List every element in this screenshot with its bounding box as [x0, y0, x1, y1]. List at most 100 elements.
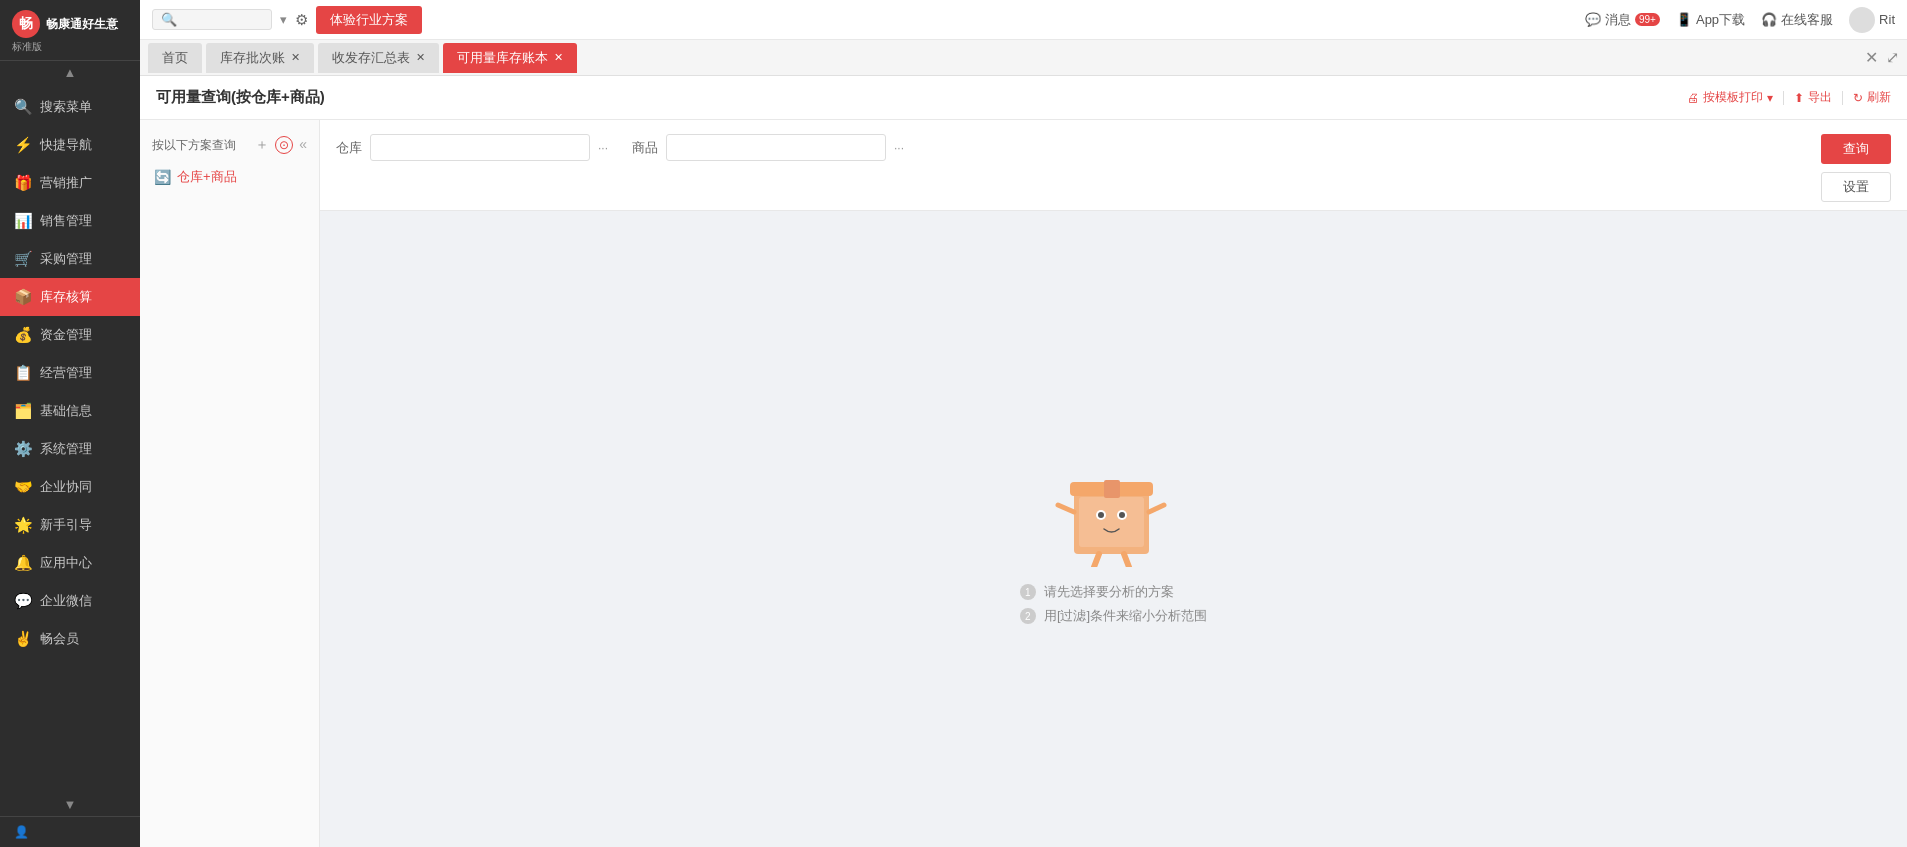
hint-num-1: 1 — [1020, 584, 1036, 600]
sidebar-item-operations-label: 经营管理 — [40, 364, 92, 382]
search-input[interactable] — [181, 13, 261, 27]
sidebar-logo: 畅 畅康通好生意 — [12, 10, 128, 38]
warehouse-more-btn[interactable]: ··· — [598, 141, 608, 155]
purchase-icon: 🛒 — [14, 250, 32, 268]
goods-label: 商品 — [632, 139, 658, 157]
left-panel-title: 按以下方案查询 — [152, 137, 236, 154]
sidebar-item-apps[interactable]: 🔔 应用中心 — [0, 544, 140, 582]
industry-button[interactable]: 体验行业方案 — [316, 6, 422, 34]
print-button[interactable]: 🖨 按模板打印 ▾ — [1687, 89, 1773, 106]
sidebar-item-system[interactable]: ⚙️ 系统管理 — [0, 430, 140, 468]
sidebar-item-shortcut[interactable]: ⚡ 快捷导航 — [0, 126, 140, 164]
hint-text-2: 用[过滤]条件来缩小分析范围 — [1044, 607, 1207, 625]
svg-line-11 — [1124, 554, 1129, 567]
tab-available-label: 可用量库存账本 — [457, 49, 548, 67]
settings-scheme-btn[interactable]: ⊙ — [275, 136, 293, 154]
svg-line-8 — [1058, 505, 1074, 512]
sidebar-item-member-label: 畅会员 — [40, 630, 79, 648]
goods-input[interactable] — [666, 134, 886, 161]
tab-available[interactable]: 可用量库存账本 ✕ — [443, 43, 577, 73]
scheme-item-warehouse[interactable]: 🔄 仓库+商品 — [140, 160, 319, 194]
sidebar-bottom[interactable]: 👤 — [0, 816, 140, 847]
message-btn[interactable]: 💬 消息 99+ — [1585, 11, 1660, 29]
close-tab-btn[interactable]: ✕ — [1865, 48, 1878, 67]
tab-home-label: 首页 — [162, 49, 188, 67]
tab-batch[interactable]: 库存批次账 ✕ — [206, 43, 314, 73]
sidebar-item-search[interactable]: 🔍 搜索菜单 — [0, 88, 140, 126]
phone-icon: 📱 — [1676, 12, 1692, 27]
scroll-down-btn[interactable]: ▼ — [0, 793, 140, 816]
gear-icon[interactable]: ⚙ — [295, 11, 308, 29]
svg-line-10 — [1094, 554, 1099, 567]
sidebar-tag: 标准版 — [12, 40, 128, 54]
newbie-icon: 🌟 — [14, 516, 32, 534]
svg-point-6 — [1098, 512, 1104, 518]
sidebar-item-inventory[interactable]: 📦 库存核算 — [0, 278, 140, 316]
service-btn[interactable]: 🎧 在线客服 — [1761, 11, 1833, 29]
print-label: 按模板打印 — [1703, 89, 1763, 106]
settings-button[interactable]: 设置 — [1821, 172, 1891, 202]
tab-home[interactable]: 首页 — [148, 43, 202, 73]
content-area: 按以下方案查询 ＋ ⊙ « 🔄 仓库+商品 — [140, 120, 1907, 847]
filter-fields: 仓库 ··· 商品 ··· — [336, 134, 1821, 161]
expand-tab-btn[interactable]: ⤢ — [1886, 48, 1899, 67]
sidebar-item-purchase[interactable]: 🛒 采购管理 — [0, 240, 140, 278]
scroll-up-btn[interactable]: ▲ — [0, 61, 140, 84]
sidebar-item-enterprise[interactable]: 🤝 企业协同 — [0, 468, 140, 506]
operations-icon: 📋 — [14, 364, 32, 382]
app-download-label: App下载 — [1696, 11, 1745, 29]
warehouse-input[interactable] — [370, 134, 590, 161]
service-label: 在线客服 — [1781, 11, 1833, 29]
sidebar-item-sales[interactable]: 📊 销售管理 — [0, 202, 140, 240]
tab-available-close[interactable]: ✕ — [554, 51, 563, 64]
empty-state: 1 请先选择要分析的方案 2 用[过滤]条件来缩小分析范围 — [320, 211, 1907, 847]
sidebar-item-newbie[interactable]: 🌟 新手引导 — [0, 506, 140, 544]
sidebar-item-search-label: 搜索菜单 — [40, 98, 92, 116]
scheme-label: 仓库+商品 — [177, 168, 237, 186]
refresh-icon: ↻ — [1853, 91, 1863, 105]
main-area: 🔍 ▾ ⚙ 体验行业方案 💬 消息 99+ 📱 App下载 🎧 在线客服 — [140, 0, 1907, 847]
sidebar-item-member[interactable]: ✌️ 畅会员 — [0, 620, 140, 658]
sidebar-item-basic[interactable]: 🗂️ 基础信息 — [0, 392, 140, 430]
sidebar-item-wechat[interactable]: 💬 企业微信 — [0, 582, 140, 620]
warehouse-filter-field: 仓库 ··· — [336, 134, 608, 161]
left-panel: 按以下方案查询 ＋ ⊙ « 🔄 仓库+商品 — [140, 120, 320, 847]
wechat-icon: 💬 — [14, 592, 32, 610]
topbar-search-box[interactable]: 🔍 — [152, 9, 272, 30]
query-button[interactable]: 查询 — [1821, 134, 1891, 164]
left-panel-header: 按以下方案查询 ＋ ⊙ « — [140, 130, 319, 160]
hint-num-2: 2 — [1020, 608, 1036, 624]
sidebar-item-system-label: 系统管理 — [40, 440, 92, 458]
sidebar-header: 畅 畅康通好生意 标准版 — [0, 0, 140, 61]
filter-section: 仓库 ··· 商品 ··· — [320, 120, 1907, 211]
refresh-button[interactable]: ↻ 刷新 — [1853, 89, 1891, 106]
sidebar-item-purchase-label: 采购管理 — [40, 250, 92, 268]
collapse-panel-btn[interactable]: « — [299, 136, 307, 154]
member-icon: ✌️ — [14, 630, 32, 648]
sidebar-item-finance[interactable]: 💰 资金管理 — [0, 316, 140, 354]
app-download-btn[interactable]: 📱 App下载 — [1676, 11, 1745, 29]
shortcut-icon: ⚡ — [14, 136, 32, 154]
sidebar: 畅 畅康通好生意 标准版 ▲ 🔍 搜索菜单 ⚡ 快捷导航 🎁 营销推广 — [0, 0, 140, 847]
goods-more-btn[interactable]: ··· — [894, 141, 904, 155]
export-icon: ⬆ — [1794, 91, 1804, 105]
filter-action-btns: 查询 设置 — [1821, 134, 1891, 202]
goods-filter-field: 商品 ··· — [632, 134, 904, 161]
add-scheme-btn[interactable]: ＋ — [255, 136, 269, 154]
scheme-icon: 🔄 — [154, 169, 171, 185]
user-name: Rit — [1879, 12, 1895, 27]
tab-batch-close[interactable]: ✕ — [291, 51, 300, 64]
svg-rect-3 — [1104, 480, 1120, 498]
tab-summary[interactable]: 收发存汇总表 ✕ — [318, 43, 439, 73]
marketing-icon: 🎁 — [14, 174, 32, 192]
dropdown-icon[interactable]: ▾ — [280, 12, 287, 27]
svg-rect-1 — [1079, 497, 1144, 547]
user-menu[interactable]: Rit — [1849, 7, 1895, 33]
warehouse-label: 仓库 — [336, 139, 362, 157]
tab-summary-close[interactable]: ✕ — [416, 51, 425, 64]
sidebar-item-operations[interactable]: 📋 经营管理 — [0, 354, 140, 392]
page-actions: 🖨 按模板打印 ▾ ⬆ 导出 ↻ 刷新 — [1687, 89, 1891, 106]
sidebar-item-marketing[interactable]: 🎁 营销推广 — [0, 164, 140, 202]
message-badge: 99+ — [1635, 13, 1660, 26]
export-button[interactable]: ⬆ 导出 — [1794, 89, 1832, 106]
